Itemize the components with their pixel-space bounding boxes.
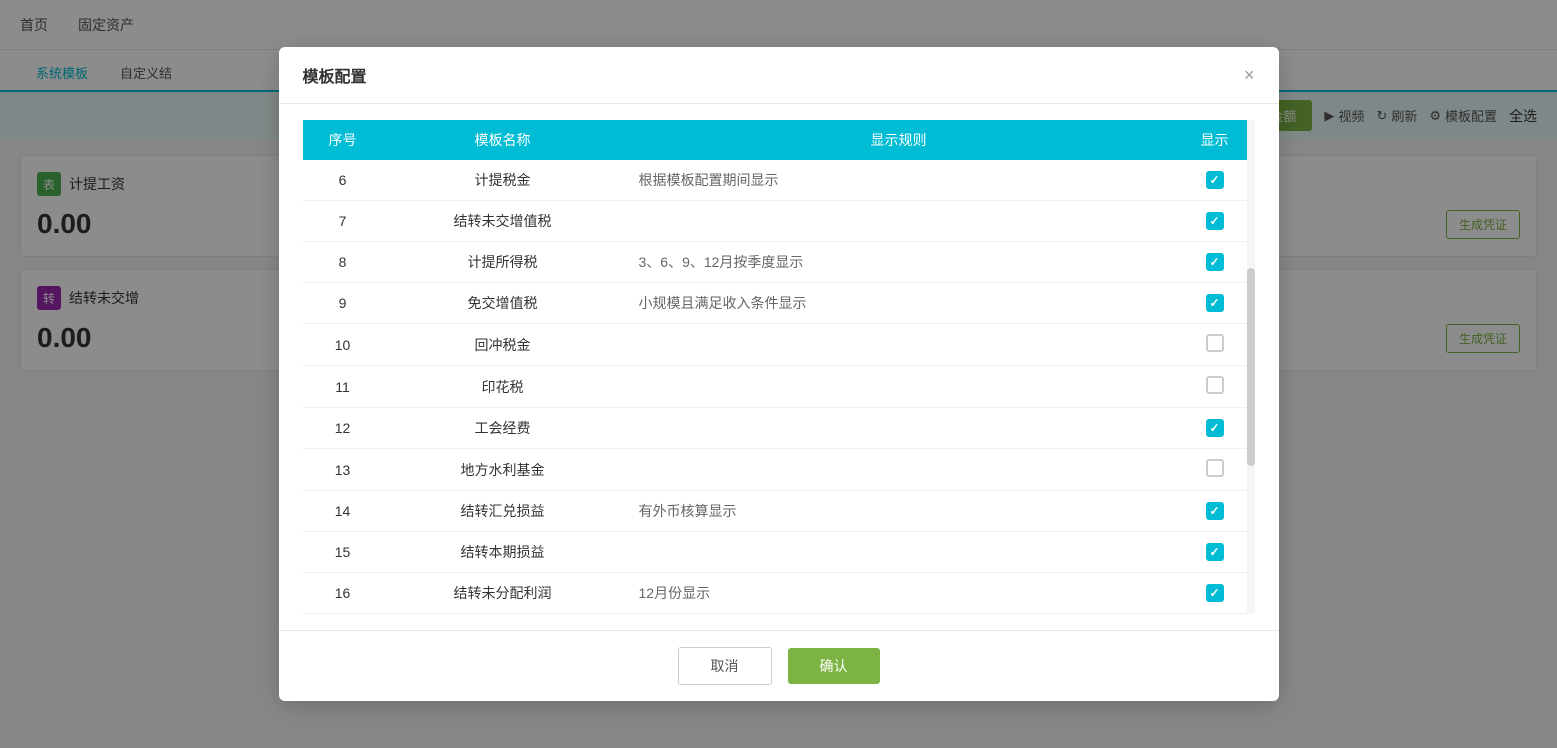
modal-title: 模板配置 — [303, 63, 367, 87]
row-checkbox-cell — [1175, 283, 1255, 324]
row-rule: 3、6、9、12月按季度显示 — [623, 242, 1175, 283]
row-checkbox[interactable] — [1206, 376, 1224, 394]
row-no: 10 — [303, 324, 383, 366]
row-checkbox-cell — [1175, 160, 1255, 201]
row-no: 15 — [303, 532, 383, 573]
row-name: 结转未交增值税 — [383, 201, 623, 242]
table-row: 14结转汇兑损益有外币核算显示 — [303, 491, 1255, 532]
row-name: 计提所得税 — [383, 242, 623, 283]
row-checkbox[interactable] — [1206, 171, 1224, 189]
row-name: 计提税金 — [383, 160, 623, 201]
row-checkbox[interactable] — [1206, 459, 1224, 477]
row-checkbox-cell — [1175, 366, 1255, 408]
cancel-button[interactable]: 取消 — [678, 647, 772, 685]
row-checkbox[interactable] — [1206, 584, 1224, 602]
table-row: 6计提税金根据模板配置期间显示 — [303, 160, 1255, 201]
row-checkbox[interactable] — [1206, 253, 1224, 271]
table-row: 9免交增值税小规模且满足收入条件显示 — [303, 283, 1255, 324]
row-no: 11 — [303, 366, 383, 408]
row-no: 9 — [303, 283, 383, 324]
row-rule — [623, 449, 1175, 491]
row-name: 地方水利基金 — [383, 449, 623, 491]
row-checkbox-cell — [1175, 201, 1255, 242]
scrollbar-track — [1247, 120, 1255, 614]
row-name: 回冲税金 — [383, 324, 623, 366]
col-header-name: 模板名称 — [383, 120, 623, 160]
row-checkbox-cell — [1175, 324, 1255, 366]
table-row: 7结转未交增值税 — [303, 201, 1255, 242]
row-checkbox-cell — [1175, 532, 1255, 573]
row-name: 印花税 — [383, 366, 623, 408]
row-checkbox[interactable] — [1206, 543, 1224, 561]
row-name: 工会经费 — [383, 408, 623, 449]
row-rule: 有外币核算显示 — [623, 491, 1175, 532]
confirm-button[interactable]: 确认 — [788, 648, 880, 684]
row-rule: 小规模且满足收入条件显示 — [623, 283, 1175, 324]
row-no: 16 — [303, 573, 383, 614]
modal-close-button[interactable]: × — [1244, 66, 1255, 84]
row-no: 6 — [303, 160, 383, 201]
row-rule — [623, 324, 1175, 366]
row-rule — [623, 532, 1175, 573]
table-row: 13地方水利基金 — [303, 449, 1255, 491]
table-row: 8计提所得税3、6、9、12月按季度显示 — [303, 242, 1255, 283]
row-rule: 根据模板配置期间显示 — [623, 160, 1175, 201]
row-checkbox[interactable] — [1206, 294, 1224, 312]
row-name: 免交增值税 — [383, 283, 623, 324]
row-no: 14 — [303, 491, 383, 532]
row-rule: 12月份显示 — [623, 573, 1175, 614]
row-checkbox-cell — [1175, 408, 1255, 449]
modal-overlay: 模板配置 × 序号 模板名称 显示规则 显示 6计提税金根据模板配置期间显 — [0, 0, 1557, 748]
row-rule — [623, 366, 1175, 408]
row-checkbox-cell — [1175, 491, 1255, 532]
col-header-no: 序号 — [303, 120, 383, 160]
row-checkbox-cell — [1175, 242, 1255, 283]
table-row: 10回冲税金 — [303, 324, 1255, 366]
table-row: 12工会经费 — [303, 408, 1255, 449]
row-checkbox[interactable] — [1206, 334, 1224, 352]
template-config-modal: 模板配置 × 序号 模板名称 显示规则 显示 6计提税金根据模板配置期间显 — [279, 47, 1279, 701]
row-rule — [623, 201, 1175, 242]
row-no: 13 — [303, 449, 383, 491]
row-checkbox-cell — [1175, 449, 1255, 491]
table-row: 16结转未分配利润12月份显示 — [303, 573, 1255, 614]
col-header-display: 显示 — [1175, 120, 1255, 160]
row-no: 12 — [303, 408, 383, 449]
row-name: 结转未分配利润 — [383, 573, 623, 614]
scrollbar-thumb[interactable] — [1247, 268, 1255, 466]
row-no: 7 — [303, 201, 383, 242]
row-rule — [623, 408, 1175, 449]
row-checkbox-cell — [1175, 573, 1255, 614]
row-checkbox[interactable] — [1206, 502, 1224, 520]
row-checkbox[interactable] — [1206, 419, 1224, 437]
config-table: 序号 模板名称 显示规则 显示 6计提税金根据模板配置期间显示7结转未交增值税8… — [303, 120, 1255, 614]
table-row: 11印花税 — [303, 366, 1255, 408]
row-name: 结转汇兑损益 — [383, 491, 623, 532]
table-row: 15结转本期损益 — [303, 532, 1255, 573]
row-checkbox[interactable] — [1206, 212, 1224, 230]
row-name: 结转本期损益 — [383, 532, 623, 573]
col-header-rule: 显示规则 — [623, 120, 1175, 160]
row-no: 8 — [303, 242, 383, 283]
